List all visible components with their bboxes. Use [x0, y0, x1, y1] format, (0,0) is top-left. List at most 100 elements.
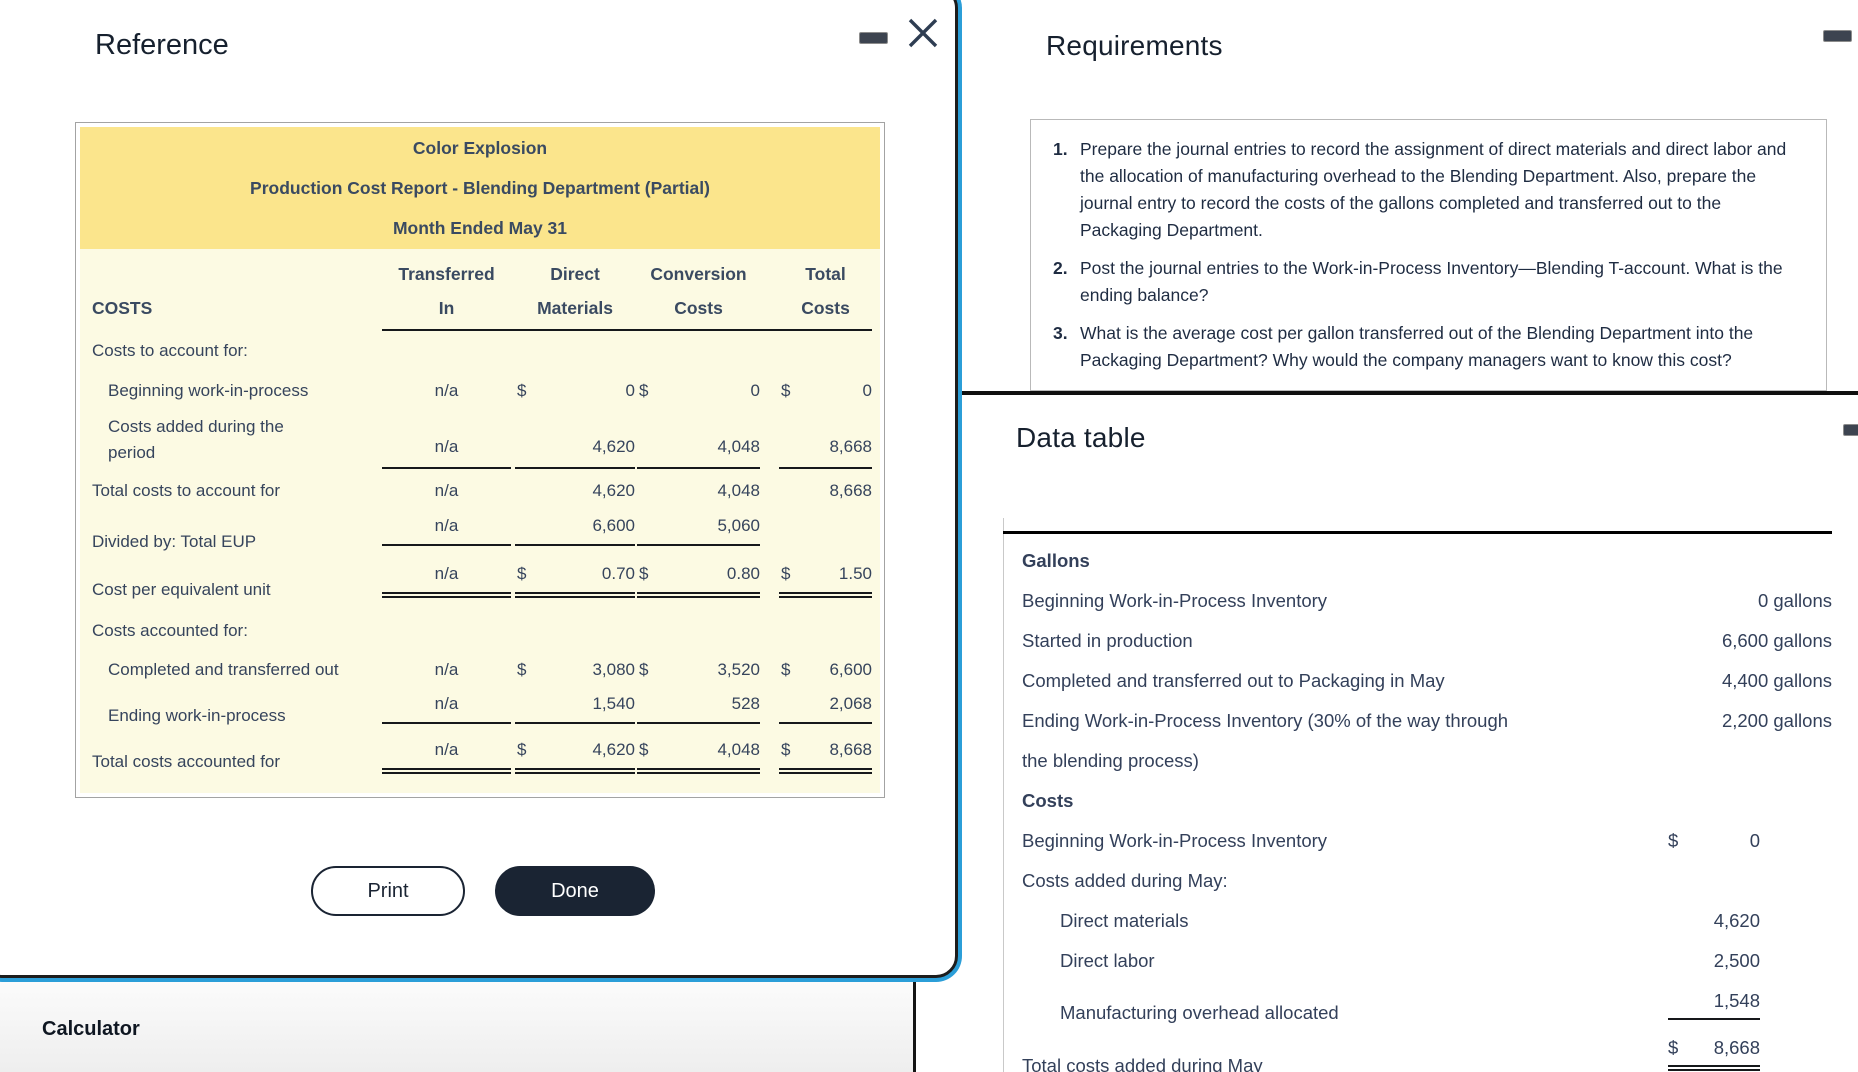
- cell-value: 5,060: [717, 516, 760, 535]
- table-row: Ending Work-in-Process Inventory (30% of…: [1003, 701, 1832, 741]
- requirement-number: 3.: [1053, 323, 1068, 343]
- data-table-title: Data table: [1016, 422, 1146, 453]
- cell-direct-materials: $0: [515, 376, 635, 406]
- cell-conversion-costs: 528: [637, 691, 760, 724]
- report-row: Completed and transferred out n/a $3,080…: [80, 649, 880, 691]
- cell-value: n/a: [434, 660, 459, 679]
- requirement-item: 1. Prepare the journal entries to record…: [1053, 136, 1806, 244]
- row-amount: $ 8,668: [1668, 1031, 1760, 1071]
- requirement-item: 2. Post the journal entries to the Work-…: [1053, 255, 1806, 309]
- cell-value: 8,668: [829, 740, 872, 759]
- cell-value: n/a: [434, 564, 459, 583]
- col-header-direct: Direct: [550, 263, 600, 284]
- calculator-panel[interactable]: Calculator: [0, 982, 916, 1072]
- cell-value: 4,620: [592, 740, 635, 759]
- row-label: Direct labor: [1060, 950, 1155, 971]
- minimize-icon[interactable]: [859, 32, 888, 44]
- cell-value: 1.50: [838, 564, 872, 583]
- col-header-conversion: Conversion: [650, 263, 747, 284]
- report-row: Cost per equivalent unit n/a $0.70 $0.80…: [80, 561, 880, 613]
- dollar-sign: $: [639, 660, 649, 679]
- row-label: Ending work-in-process: [108, 706, 286, 725]
- row-label: Total costs to account for: [92, 481, 281, 500]
- table-section-header: Gallons: [1003, 541, 1832, 581]
- data-table-window: Data table Gallons Beginning Work-in-Pro…: [958, 390, 1858, 1072]
- cell-value: 4,620: [592, 481, 635, 500]
- print-button[interactable]: Print: [311, 866, 465, 916]
- calculator-title: Calculator: [42, 1018, 140, 1040]
- row-value: 4,400 gallons: [1721, 670, 1832, 691]
- cell-transferred-in: n/a: [382, 691, 511, 724]
- cell-total-costs: $1.50: [779, 561, 872, 598]
- requirement-number: 2.: [1053, 258, 1068, 278]
- cell-value: n/a: [434, 481, 459, 500]
- row-label: Costs added during the period: [108, 417, 284, 462]
- row-value: 0: [1749, 830, 1760, 851]
- row-value: 0 gallons: [1757, 590, 1832, 611]
- row-label: Cost per equivalent unit: [92, 580, 271, 599]
- table-row: Manufacturing overhead allocated 1,548: [1003, 981, 1832, 1029]
- cell-value: 0: [862, 381, 872, 400]
- dollar-sign: $: [639, 740, 649, 759]
- cell-direct-materials: 4,620: [515, 476, 635, 506]
- cell-value: n/a: [434, 740, 459, 759]
- dollar-sign: $: [1668, 1037, 1679, 1058]
- dollar-sign: $: [639, 564, 649, 583]
- requirement-number: 1.: [1053, 139, 1068, 159]
- col-header-costs: Costs: [801, 297, 850, 318]
- cell-total-costs: 2,068: [779, 691, 872, 724]
- row-value: 6,600 gallons: [1721, 630, 1832, 651]
- requirement-text: Prepare the journal entries to record th…: [1080, 139, 1787, 240]
- cell-direct-materials: 1,540: [515, 691, 635, 724]
- row-label: Divided by: Total EUP: [92, 532, 257, 551]
- reference-title: Reference: [95, 29, 229, 61]
- report-column-headers: Transferred Direct Conversion Total COST…: [80, 249, 880, 331]
- table-row: Total costs added during May $ 8,668: [1003, 1029, 1832, 1072]
- cell-total-costs: [779, 513, 872, 546]
- report-row: Total costs accounted for n/a $4,620 $4,…: [80, 737, 880, 787]
- cell-value: 528: [731, 694, 760, 713]
- row-label: Beginning Work-in-Process Inventory: [1022, 830, 1328, 851]
- cell-value: 0.70: [601, 564, 635, 583]
- table-row: the blending process): [1003, 741, 1832, 781]
- cost-report: Color Explosion Production Cost Report -…: [75, 122, 885, 798]
- row-amount: 1,548: [1668, 984, 1760, 1020]
- dollar-sign: $: [517, 564, 527, 583]
- row-label: Beginning work-in-process: [108, 381, 309, 400]
- report-period: Month Ended May 31: [392, 218, 568, 238]
- minimize-icon[interactable]: [1823, 30, 1852, 42]
- row-value: 2,200 gallons: [1721, 710, 1832, 731]
- row-label: Costs to account for:: [92, 341, 248, 360]
- close-icon[interactable]: [905, 15, 941, 51]
- col-header-total: Total: [805, 263, 846, 284]
- cell-value: 8,668: [829, 481, 872, 500]
- report-row: Beginning work-in-process n/a $0 $0 $0: [80, 371, 880, 411]
- cell-value: 2,068: [829, 694, 872, 713]
- table-row: Direct materials 4,620: [1003, 901, 1832, 941]
- cell-value: 1,540: [592, 694, 635, 713]
- cell-value: n/a: [434, 516, 459, 535]
- requirement-text: What is the average cost per gallon tran…: [1080, 323, 1754, 370]
- costs-axis-label: COSTS: [92, 297, 153, 318]
- col-header-materials: Materials: [537, 297, 613, 318]
- cell-value: 4,048: [717, 437, 760, 456]
- done-button[interactable]: Done: [495, 866, 655, 916]
- row-label: Total costs added during May: [1022, 1055, 1263, 1072]
- cell-transferred-in: n/a: [382, 655, 511, 685]
- row-value: 8,668: [1713, 1037, 1760, 1058]
- report-company: Color Explosion: [412, 138, 548, 158]
- cell-conversion-costs: $0: [637, 376, 760, 406]
- row-value: 1,548: [1713, 990, 1760, 1011]
- col-header-transferred: Transferred: [398, 263, 495, 284]
- row-amount: 2,500: [1668, 950, 1760, 972]
- report-row: Divided by: Total EUP n/a 6,600 5,060: [80, 513, 880, 561]
- row-label: Started in production: [1022, 630, 1193, 651]
- cell-direct-materials: $3,080: [515, 655, 635, 685]
- cell-conversion-costs: $0.80: [637, 561, 760, 598]
- minimize-icon[interactable]: [1843, 424, 1858, 436]
- requirement-item: 3. What is the average cost per gallon t…: [1053, 320, 1806, 374]
- dollar-sign: $: [781, 564, 791, 583]
- report-row: Costs accounted for:: [80, 613, 880, 649]
- cell-value: 0: [750, 381, 760, 400]
- cell-value: n/a: [434, 694, 459, 713]
